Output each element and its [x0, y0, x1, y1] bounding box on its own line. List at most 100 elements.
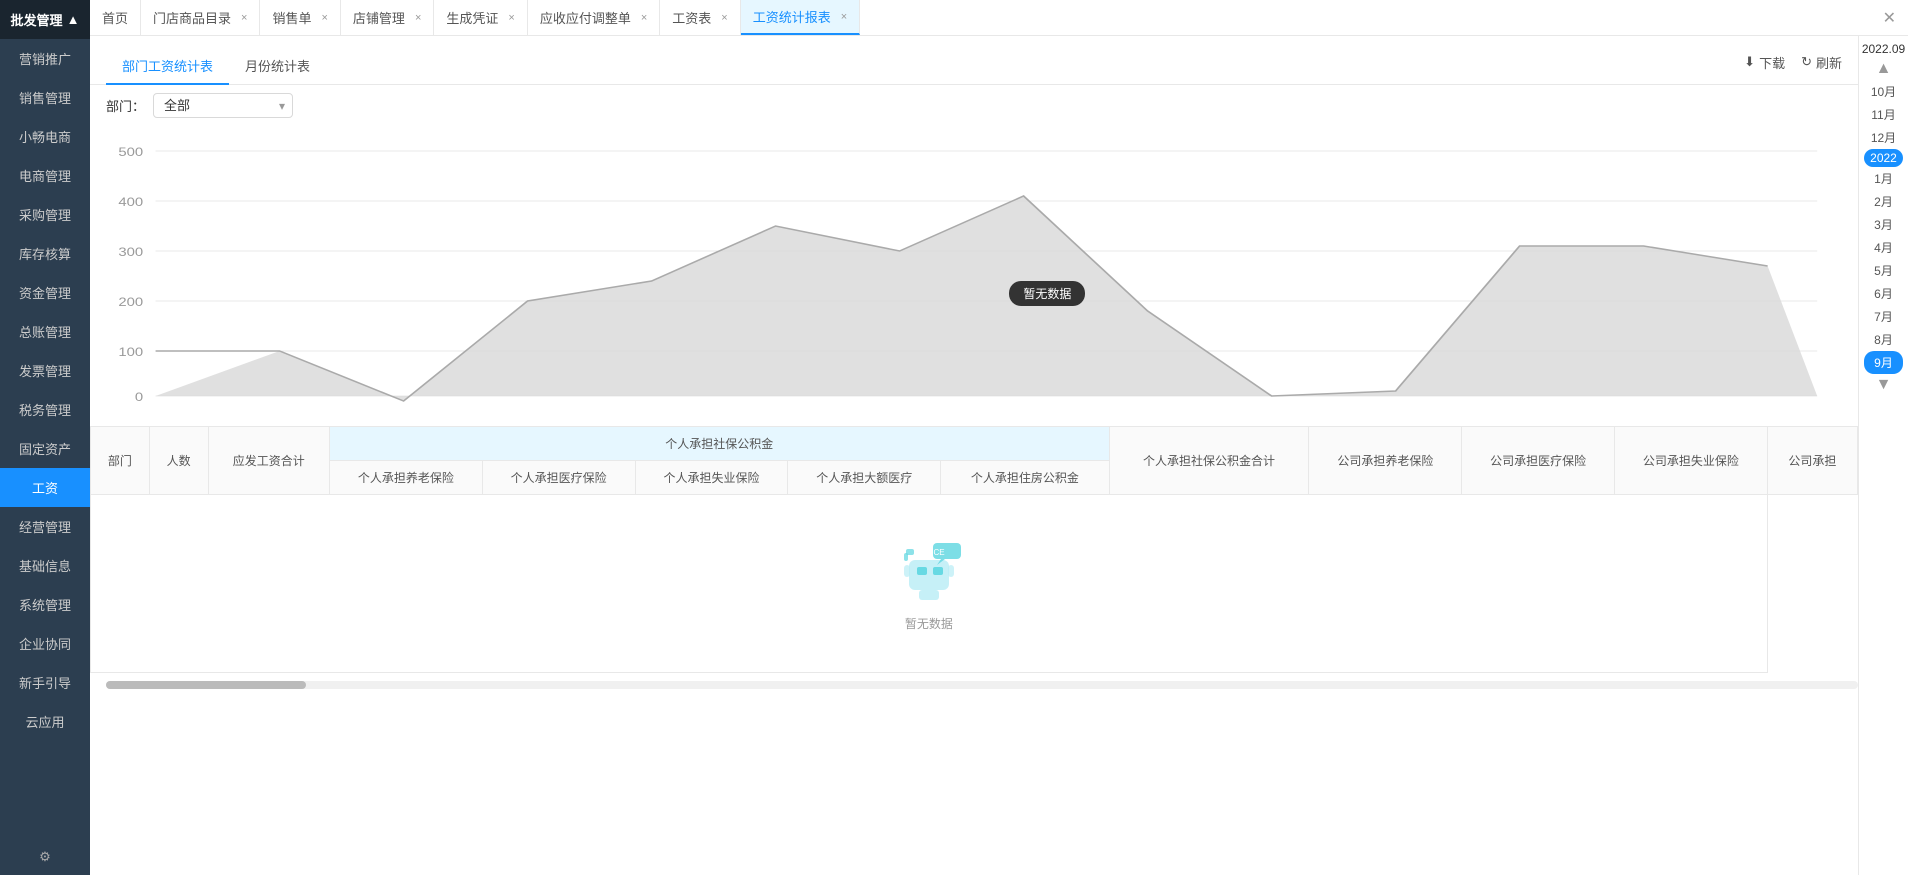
tab-label: 生成凭证 [446, 8, 498, 27]
sidebar-item-新手引导[interactable]: 新手引导 [0, 663, 90, 702]
chart-svg: 500 400 300 200 100 0 [106, 136, 1842, 416]
sidebar-item-库存核算[interactable]: 库存核算 [0, 234, 90, 273]
sidebar-item-采购管理[interactable]: 采购管理 [0, 195, 90, 234]
tab-工资统计报表[interactable]: 工资统计报表× [741, 0, 860, 35]
table-header-personal-pension: 个人承担养老保险 [329, 461, 482, 495]
timeline-month-12月[interactable]: 12月 [1864, 126, 1903, 149]
empty-state: CE 暂无数据 [91, 495, 1767, 672]
tab-label: 首页 [102, 8, 128, 27]
timeline-panel: 2022.09 ▲ 10月11月12月20221月2月3月4月5月6月7月8月9… [1858, 36, 1908, 875]
download-label: 下载 [1759, 53, 1785, 72]
tab-close-icon[interactable]: × [321, 12, 327, 24]
scroll-bar-thumb[interactable] [106, 681, 306, 689]
table-header-total-salary: 应发工资合计 [208, 427, 329, 495]
refresh-button[interactable]: ↻ 刷新 [1801, 53, 1842, 72]
tab-应收应付调整单[interactable]: 应收应付调整单 × [528, 0, 660, 35]
timeline-nav-down[interactable]: ▼ [1874, 374, 1894, 396]
sub-tab-月份统计表[interactable]: 月份统计表 [229, 48, 326, 85]
sidebar-item-企业协同[interactable]: 企业协同 [0, 624, 90, 663]
sidebar-item-总账管理[interactable]: 总账管理 [0, 312, 90, 351]
refresh-icon: ↻ [1801, 54, 1812, 70]
timeline-month-8月[interactable]: 8月 [1864, 328, 1903, 351]
tab-close-icon[interactable]: × [508, 12, 514, 24]
table-header-personal-insurance-total: 个人承担社保公积金合计 [1109, 427, 1309, 495]
timeline-year-label[interactable]: 2022.09 [1858, 40, 1908, 58]
table-area[interactable]: 部门 人数 应发工资合计 个人承担社保公积金 个人承担社保公积金合计 公司承担养… [90, 426, 1858, 875]
timeline-month-3月[interactable]: 3月 [1864, 213, 1903, 236]
sidebar-item-基础信息[interactable]: 基础信息 [0, 546, 90, 585]
tab-label: 门店商品目录 [153, 8, 231, 27]
settings-button[interactable]: ⚙ [0, 839, 90, 875]
tab-店铺管理[interactable]: 店铺管理 × [341, 0, 434, 35]
tab-close-icon[interactable]: × [841, 11, 847, 23]
scroll-bar-area[interactable] [106, 681, 1858, 689]
tab-close-icon[interactable]: × [721, 12, 727, 24]
sub-tab-部门工资统计表[interactable]: 部门工资统计表 [106, 48, 229, 85]
tab-close-icon[interactable]: × [415, 12, 421, 24]
sidebar-item-资金管理[interactable]: 资金管理 [0, 273, 90, 312]
tab-label: 店铺管理 [353, 8, 405, 27]
sidebar-item-系统管理[interactable]: 系统管理 [0, 585, 90, 624]
tab-门店商品目录[interactable]: 门店商品目录 × [141, 0, 260, 35]
tab-bar: 首页门店商品目录×销售单×店铺管理×生成凭证×应收应付调整单×工资表×工资统计报… [90, 0, 1908, 36]
sidebar-arrow-icon: ▲ [67, 12, 80, 27]
table-header-personal-medical: 个人承担医疗保险 [482, 461, 635, 495]
sidebar-item-工资[interactable]: 工资 [0, 468, 90, 507]
timeline-month-2月[interactable]: 2月 [1864, 190, 1903, 213]
timeline-months: 10月11月12月20221月2月3月4月5月6月7月8月9月 [1864, 80, 1903, 374]
refresh-label: 刷新 [1816, 53, 1842, 72]
tab-首页[interactable]: 首页 [90, 0, 141, 35]
sidebar-item-销售管理[interactable]: 销售管理 [0, 78, 90, 117]
download-button[interactable]: ⬇ 下载 [1744, 53, 1785, 72]
close-window-button[interactable]: ✕ [1879, 6, 1900, 30]
sidebar-item-小畅电商[interactable]: 小畅电商 [0, 117, 90, 156]
timeline-month-5月[interactable]: 5月 [1864, 259, 1903, 282]
content-area: 部门工资统计表月份统计表 ⬇ 下载 ↻ 刷新 部门： 全 [90, 36, 1908, 875]
sidebar-item-税务管理[interactable]: 税务管理 [0, 390, 90, 429]
tab-label: 销售单 [272, 8, 311, 27]
tab-close-icon[interactable]: × [241, 12, 247, 24]
scroll-track[interactable] [90, 673, 1858, 697]
tab-工资表[interactable]: 工资表× [660, 0, 740, 35]
table-header-personal-large-medical: 个人承担大额医疗 [788, 461, 941, 495]
sidebar-item-固定资产[interactable]: 固定资产 [0, 429, 90, 468]
timeline-month-7月[interactable]: 7月 [1864, 305, 1903, 328]
svg-text:500: 500 [118, 145, 143, 158]
timeline-month-1月[interactable]: 1月 [1864, 167, 1903, 190]
timeline-month-6月[interactable]: 6月 [1864, 282, 1903, 305]
sidebar-items: 营销推广销售管理小畅电商电商管理采购管理库存核算资金管理总账管理发票管理税务管理… [0, 39, 90, 741]
timeline-nav-up[interactable]: ▲ [1874, 58, 1894, 80]
filter-bar: 部门： 全部 [90, 85, 1858, 126]
dept-select[interactable]: 全部 [153, 93, 293, 118]
sub-tab-bar: 部门工资统计表月份统计表 ⬇ 下载 ↻ 刷新 [90, 36, 1858, 85]
sidebar-header[interactable]: 批发管理 ▲ [0, 0, 90, 39]
table-header-count: 人数 [149, 427, 208, 495]
timeline-month-10月[interactable]: 10月 [1864, 80, 1903, 103]
gear-icon: ⚙ [39, 849, 51, 864]
table-header-personal-unemployment: 个人承担失业保险 [635, 461, 788, 495]
page-content: 部门工资统计表月份统计表 ⬇ 下载 ↻ 刷新 部门： 全 [90, 36, 1858, 875]
sidebar-item-云应用[interactable]: 云应用 [0, 702, 90, 741]
dept-filter-label: 部门： [106, 96, 145, 115]
sidebar-item-营销推广[interactable]: 营销推广 [0, 39, 90, 78]
sidebar-item-经营管理[interactable]: 经营管理 [0, 507, 90, 546]
svg-text:400: 400 [118, 195, 143, 208]
tab-生成凭证[interactable]: 生成凭证 × [434, 0, 527, 35]
sidebar-item-发票管理[interactable]: 发票管理 [0, 351, 90, 390]
timeline-month-11月[interactable]: 11月 [1864, 103, 1903, 126]
timeline-month-4月[interactable]: 4月 [1864, 236, 1903, 259]
table-header-company-unemployment: 公司承担失业保险 [1615, 427, 1768, 495]
sidebar-item-电商管理[interactable]: 电商管理 [0, 156, 90, 195]
empty-state-row: CE 暂无数据 [91, 495, 1768, 673]
tab-close-icon[interactable]: × [641, 12, 647, 24]
timeline-month-9月[interactable]: 9月 [1864, 351, 1903, 374]
svg-text:300: 300 [118, 245, 143, 258]
tab-销售单[interactable]: 销售单 × [260, 0, 340, 35]
empty-text: 暂无数据 [905, 615, 953, 632]
tabs-container: 首页门店商品目录×销售单×店铺管理×生成凭证×应收应付调整单×工资表×工资统计报… [90, 0, 860, 35]
download-icon: ⬇ [1744, 54, 1755, 70]
table-header-personal-insurance-group: 个人承担社保公积金 [329, 427, 1109, 461]
main-area: 首页门店商品目录×销售单×店铺管理×生成凭证×应收应付调整单×工资表×工资统计报… [90, 0, 1908, 875]
timeline-year-2022[interactable]: 2022 [1864, 149, 1903, 167]
tab-label: 应收应付调整单 [540, 8, 631, 27]
